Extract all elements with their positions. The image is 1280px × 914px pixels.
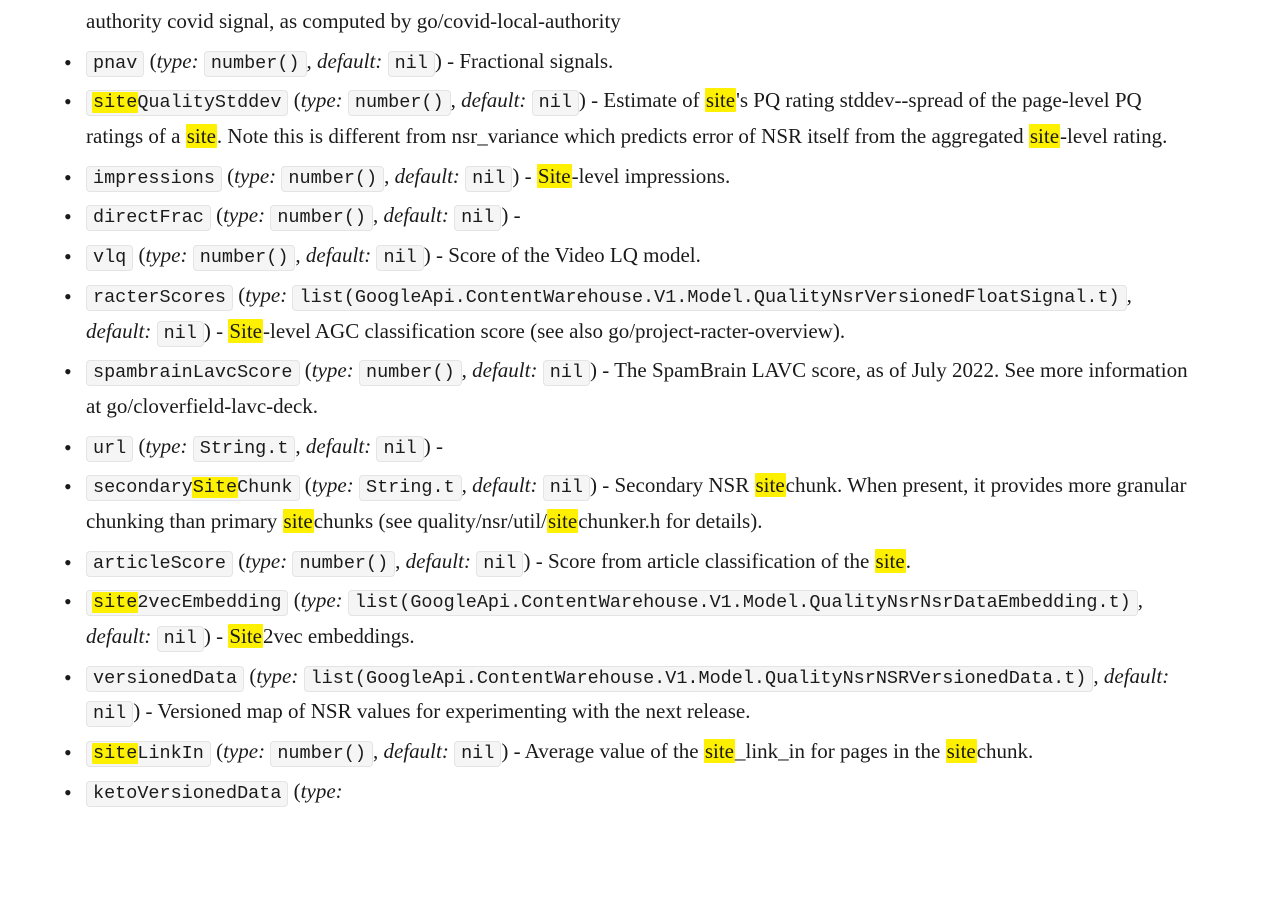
default-label: default:: [461, 88, 526, 112]
attr-default: nil: [543, 475, 590, 501]
attribute-item: site2vecEmbedding (type: list(GoogleApi.…: [86, 583, 1194, 654]
type-label: type:: [256, 664, 298, 688]
attr-name: vlq: [86, 245, 133, 271]
attr-description: Site-level impressions.: [537, 164, 730, 188]
type-label: type:: [301, 779, 343, 803]
attr-description: Average value of the site_link_in for pa…: [525, 739, 1034, 763]
default-label: default:: [1104, 664, 1169, 688]
default-label: default:: [86, 319, 151, 343]
attr-type: String.t: [359, 475, 462, 501]
attr-type: list(GoogleApi.ContentWarehouse.V1.Model…: [292, 285, 1126, 311]
type-label: type:: [245, 549, 287, 573]
attr-default: nil: [86, 701, 133, 727]
type-label: type:: [146, 434, 188, 458]
attr-type: number(): [348, 90, 451, 116]
attribute-item: siteLinkIn (type: number(), default: nil…: [86, 734, 1194, 770]
attr-default: nil: [476, 551, 523, 577]
attr-name: url: [86, 436, 133, 462]
type-label: type:: [223, 739, 265, 763]
attr-description: Site-level AGC classification score (see…: [228, 319, 845, 343]
type-label: type:: [223, 203, 265, 227]
attr-name: ketoVersionedData: [86, 781, 288, 807]
default-label: default:: [395, 164, 460, 188]
attribute-item: versionedData (type: list(GoogleApi.Cont…: [86, 659, 1194, 730]
attribute-item: pnav (type: number(), default: nil) - Fr…: [86, 44, 1194, 80]
attr-type: number(): [292, 551, 395, 577]
attribute-item: url (type: String.t, default: nil) -: [86, 429, 1194, 465]
default-label: default:: [472, 473, 537, 497]
default-label: default:: [317, 49, 382, 73]
attr-default: nil: [532, 90, 579, 116]
attribute-item: racterScores (type: list(GoogleApi.Conte…: [86, 278, 1194, 349]
attr-default: nil: [157, 626, 204, 652]
default-label: default:: [472, 358, 537, 382]
attr-default: nil: [376, 245, 423, 271]
attribute-item: vlq (type: number(), default: nil) - Sco…: [86, 238, 1194, 274]
attr-description: Score from article classification of the…: [548, 549, 911, 573]
type-label: type:: [157, 49, 199, 73]
type-label: type:: [301, 88, 343, 112]
type-label: type:: [301, 588, 343, 612]
attribute-item: secondarySiteChunk (type: String.t, defa…: [86, 468, 1194, 539]
default-label: default:: [406, 549, 471, 573]
attr-name: versionedData: [86, 666, 244, 692]
default-label: default:: [384, 203, 449, 227]
attribute-item: directFrac (type: number(), default: nil…: [86, 198, 1194, 234]
attr-default: nil: [543, 360, 590, 386]
attr-name: racterScores: [86, 285, 233, 311]
attr-name: siteLinkIn: [86, 741, 211, 767]
attr-type: number(): [359, 360, 462, 386]
attribute-item: ketoVersionedData (type:: [86, 774, 1194, 810]
default-label: default:: [86, 624, 151, 648]
attr-type: number(): [270, 205, 373, 231]
attr-default: nil: [388, 51, 435, 77]
attr-name: articleScore: [86, 551, 233, 577]
attribute-item: spambrainLavcScore (type: number(), defa…: [86, 353, 1194, 424]
type-label: type:: [234, 164, 276, 188]
attr-name: spambrainLavcScore: [86, 360, 300, 386]
type-label: type:: [146, 243, 188, 267]
attr-name: pnav: [86, 51, 144, 77]
attr-type: String.t: [193, 436, 296, 462]
attr-default: nil: [465, 166, 512, 192]
attr-description: Site2vec embeddings.: [228, 624, 414, 648]
default-label: default:: [384, 739, 449, 763]
type-label: type:: [312, 473, 354, 497]
attribute-item: articleScore (type: number(), default: n…: [86, 544, 1194, 580]
attr-type: number(): [204, 51, 307, 77]
type-label: type:: [312, 358, 354, 382]
type-label: type:: [245, 283, 287, 307]
doc-content: authority covid signal, as computed by g…: [0, 0, 1280, 809]
attribute-item: impressions (type: number(), default: ni…: [86, 159, 1194, 195]
attr-default: nil: [454, 205, 501, 231]
attr-default: nil: [454, 741, 501, 767]
attr-type: list(GoogleApi.ContentWarehouse.V1.Model…: [348, 590, 1138, 616]
attribute-list: pnav (type: number(), default: nil) - Fr…: [86, 44, 1194, 810]
attr-description: Fractional signals.: [459, 49, 613, 73]
attr-type: number(): [270, 741, 373, 767]
attr-name: siteQualityStddev: [86, 90, 288, 116]
continuation-line: authority covid signal, as computed by g…: [86, 4, 1194, 40]
attr-description: Score of the Video LQ model.: [448, 243, 701, 267]
attribute-item: siteQualityStddev (type: number(), defau…: [86, 83, 1194, 154]
attr-default: nil: [157, 321, 204, 347]
attr-default: nil: [376, 436, 423, 462]
attr-name: directFrac: [86, 205, 211, 231]
attr-type: number(): [193, 245, 296, 271]
attr-type: number(): [281, 166, 384, 192]
attr-name: site2vecEmbedding: [86, 590, 288, 616]
attr-description: Versioned map of NSR values for experime…: [157, 699, 750, 723]
default-label: default:: [306, 434, 371, 458]
attr-type: list(GoogleApi.ContentWarehouse.V1.Model…: [304, 666, 1094, 692]
attr-name: impressions: [86, 166, 222, 192]
attr-name: secondarySiteChunk: [86, 475, 300, 501]
default-label: default:: [306, 243, 371, 267]
